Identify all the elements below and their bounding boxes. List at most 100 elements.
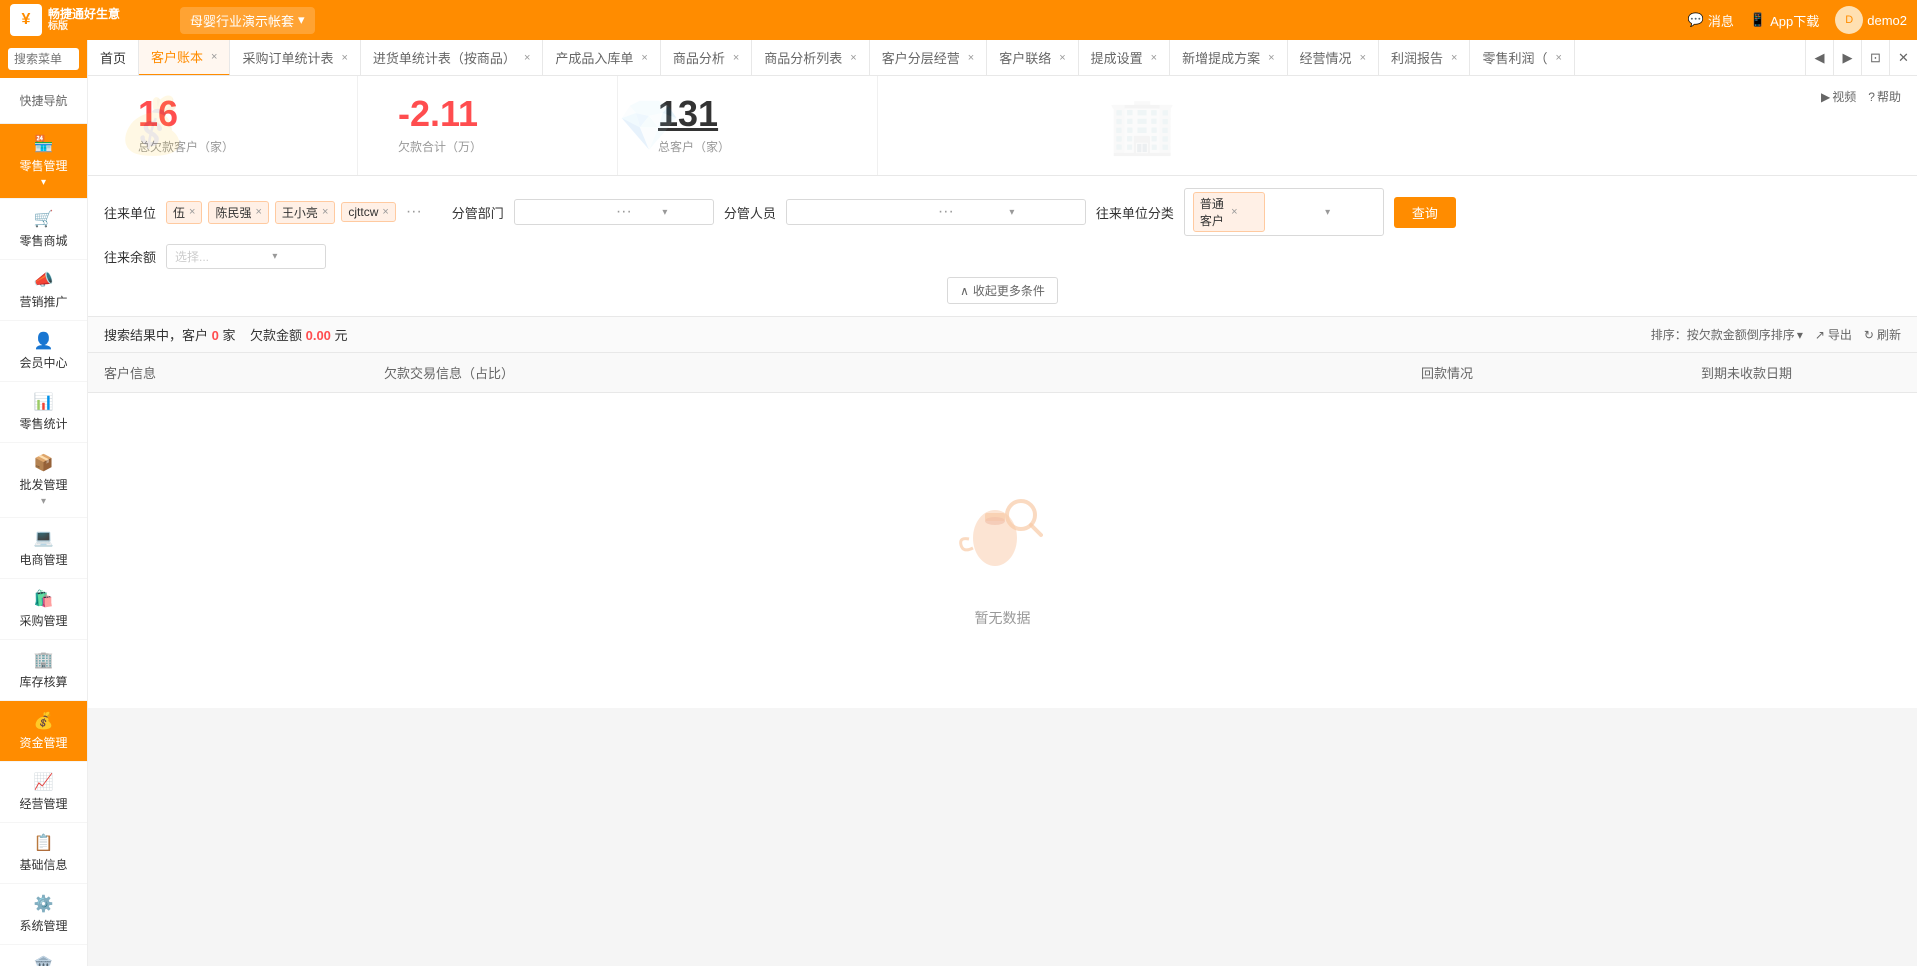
sidebar-item-inventory[interactable]: 🏢库存核算 [0, 640, 87, 701]
tab-profit-report[interactable]: 利润报告× [1379, 40, 1470, 76]
sidebar-item-label: 基础信息 [19, 856, 67, 873]
sidebar-item-enterprise[interactable]: 🏛️企业协同 [0, 945, 87, 966]
category-tag-close[interactable]: × [1231, 206, 1258, 218]
tab-purchase-orders[interactable]: 采购订单统计表× [230, 40, 360, 76]
tab-close-icon[interactable]: × [1451, 52, 1457, 64]
sidebar-item-operations[interactable]: 📈经营管理 [0, 762, 87, 823]
tab-close-icon[interactable]: × [341, 52, 347, 64]
tab-close-icon[interactable]: × [1268, 52, 1274, 64]
tab-retail-profit[interactable]: 零售利润（× [1470, 40, 1574, 76]
tab-close-icon[interactable]: × [641, 52, 647, 64]
tab-customer-segmentation[interactable]: 客户分层经营× [870, 40, 987, 76]
tag-close-button[interactable]: × [382, 206, 388, 218]
store-selector[interactable]: 母婴行业演示帐套 ▾ [180, 7, 315, 34]
chevron-down-icon: ▾ [1009, 207, 1077, 218]
sidebar-item-ecommerce[interactable]: 💻电商管理 [0, 518, 87, 579]
export-icon: ↗ [1815, 328, 1825, 342]
sidebar-item-label: 会员中心 [19, 354, 67, 371]
retail-icon: 🏪 [34, 134, 54, 154]
col-due-date: 到期未收款日期 [1701, 363, 1901, 382]
empty-state: 暂无数据 [88, 393, 1917, 708]
sidebar-item-procurement[interactable]: 🛍️采购管理 [0, 579, 87, 640]
nav-left-button[interactable]: ◀ [1805, 40, 1833, 76]
tab-management[interactable]: 经营情况× [1288, 40, 1379, 76]
logo-main: 畅捷通好生意 [48, 7, 120, 21]
tab-close-icon[interactable]: × [1555, 52, 1561, 64]
search-input[interactable] [8, 48, 79, 70]
unit-tag: 王小亮× [275, 201, 335, 224]
person-select[interactable]: ··· ▾ [786, 199, 1086, 225]
refresh-button[interactable]: ↻ 刷新 [1864, 326, 1901, 343]
wholesale-icon: 📦 [34, 453, 54, 473]
sidebar-item-retail[interactable]: 🏪零售管理▾ [0, 124, 87, 199]
nav-expand-button[interactable]: ⊡ [1861, 40, 1889, 76]
sort-select[interactable]: 排序：按欠款金额倒序排序 ▾ [1651, 326, 1803, 343]
sidebar-item-members[interactable]: 👤会员中心 [0, 321, 87, 382]
tab-close-icon[interactable]: × [968, 52, 974, 64]
balance-select[interactable]: 选择... ▾ [166, 244, 326, 269]
tab-close-icon[interactable]: × [850, 52, 856, 64]
sidebar-item-basic[interactable]: 📋 基础信息 [0, 823, 87, 884]
department-select[interactable]: ··· ▾ [514, 199, 714, 225]
help-button[interactable]: ? 帮助 [1868, 88, 1901, 105]
query-button[interactable]: 查询 [1394, 197, 1456, 228]
stats-bar: 💰 💎 🏢 16 总欠款客户（家） -2.11 欠款合计（万） 131 总客户（… [88, 76, 1917, 176]
sidebar-item-label: 营销推广 [19, 293, 67, 310]
message-button[interactable]: 💬 消息 [1688, 11, 1734, 30]
logo-icon: ¥ [10, 4, 42, 36]
logo: ¥ 畅捷通好生意 标版 [10, 4, 170, 36]
tab-production-inbound[interactable]: 产成品入库单× [543, 40, 660, 76]
sidebar-item-label: 资金管理 [19, 734, 67, 751]
chevron-down-icon: ▾ [662, 207, 705, 218]
total-customers-value: 131 [658, 96, 718, 132]
user-menu[interactable]: D demo2 [1835, 6, 1907, 34]
collapse-button[interactable]: ∧ 收起更多条件 [947, 277, 1058, 304]
sidebar-item-wholesale[interactable]: 📦批发管理▾ [0, 443, 87, 518]
enterprise-icon: 🏛️ [34, 955, 54, 966]
basic-icon: 📋 [34, 833, 54, 853]
search-result-text: 搜索结果中，客户 0 家 欠款金额 0.00 元 [104, 325, 348, 344]
tab-close-icon[interactable]: × [1151, 52, 1157, 64]
tag-close-button[interactable]: × [322, 206, 328, 218]
sidebar-item-retail-stats[interactable]: 📊零售统计 [0, 382, 87, 443]
more-tags-button[interactable]: ··· [406, 203, 422, 221]
sidebar-item-label: 采购管理 [19, 612, 67, 629]
app-download-button[interactable]: 📱 App下载 [1750, 11, 1819, 30]
search-result-bar: 搜索结果中，客户 0 家 欠款金额 0.00 元 排序：按欠款金额倒序排序 ▾ [88, 317, 1917, 353]
tag-close-button[interactable]: × [255, 206, 261, 218]
sidebar-item-system[interactable]: ⚙️系统管理 [0, 884, 87, 945]
tab-accounts[interactable]: 客户账本× [139, 40, 230, 76]
nav-close-all-button[interactable]: ✕ [1889, 40, 1917, 76]
tab-product-analysis[interactable]: 商品分析× [661, 40, 752, 76]
search-actions: 排序：按欠款金额倒序排序 ▾ ↗ 导出 ↻ 刷新 [1651, 326, 1901, 343]
tab-close-icon[interactable]: × [211, 51, 217, 63]
tab-new-promotion[interactable]: 新增提成方案× [1170, 40, 1287, 76]
tab-close-icon[interactable]: × [524, 52, 530, 64]
category-select[interactable]: 普通客户 × ▾ [1184, 188, 1384, 236]
tab-inbound-stats[interactable]: 进货单统计表（按商品）× [361, 40, 543, 76]
play-icon: ▶ [1821, 90, 1830, 104]
chevron-down-icon: ▾ [1325, 207, 1375, 218]
retail-mall-icon: 🛒 [34, 209, 54, 229]
video-button[interactable]: ▶ 视频 [1821, 88, 1856, 105]
total-debtors-value: 16 [138, 96, 178, 132]
tab-close-icon[interactable]: × [1059, 52, 1065, 64]
tab-close-icon[interactable]: × [1360, 52, 1366, 64]
nav-right-button[interactable]: ▶ [1833, 40, 1861, 76]
sidebar-item-retail-mall[interactable]: 🛒零售商城 [0, 199, 87, 260]
tab-customer-contacts[interactable]: 客户联络× [987, 40, 1078, 76]
logo-text: 畅捷通好生意 标版 [48, 7, 120, 33]
tag-close-button[interactable]: × [189, 206, 195, 218]
quick-nav-item[interactable]: 快捷导航 [0, 86, 87, 115]
col-customer: 客户信息 [104, 363, 384, 382]
tab-product-analysis-list[interactable]: 商品分析列表× [752, 40, 869, 76]
sidebar-item-finance[interactable]: 💰资金管理 [0, 701, 87, 762]
export-button[interactable]: ↗ 导出 [1815, 326, 1852, 343]
nav-tabs-bar: 首页客户账本×采购订单统计表×进货单统计表（按商品）×产成品入库单×商品分析×商… [88, 40, 1917, 76]
tab-close-icon[interactable]: × [733, 52, 739, 64]
sidebar-item-marketing[interactable]: 📣营销推广 [0, 260, 87, 321]
tab-home[interactable]: 首页 [88, 40, 139, 76]
chevron-up-icon: ∧ [960, 284, 969, 298]
stat-debt-amount: -2.11 欠款合计（万） [358, 76, 618, 175]
tab-promotion-settings[interactable]: 提成设置× [1079, 40, 1170, 76]
